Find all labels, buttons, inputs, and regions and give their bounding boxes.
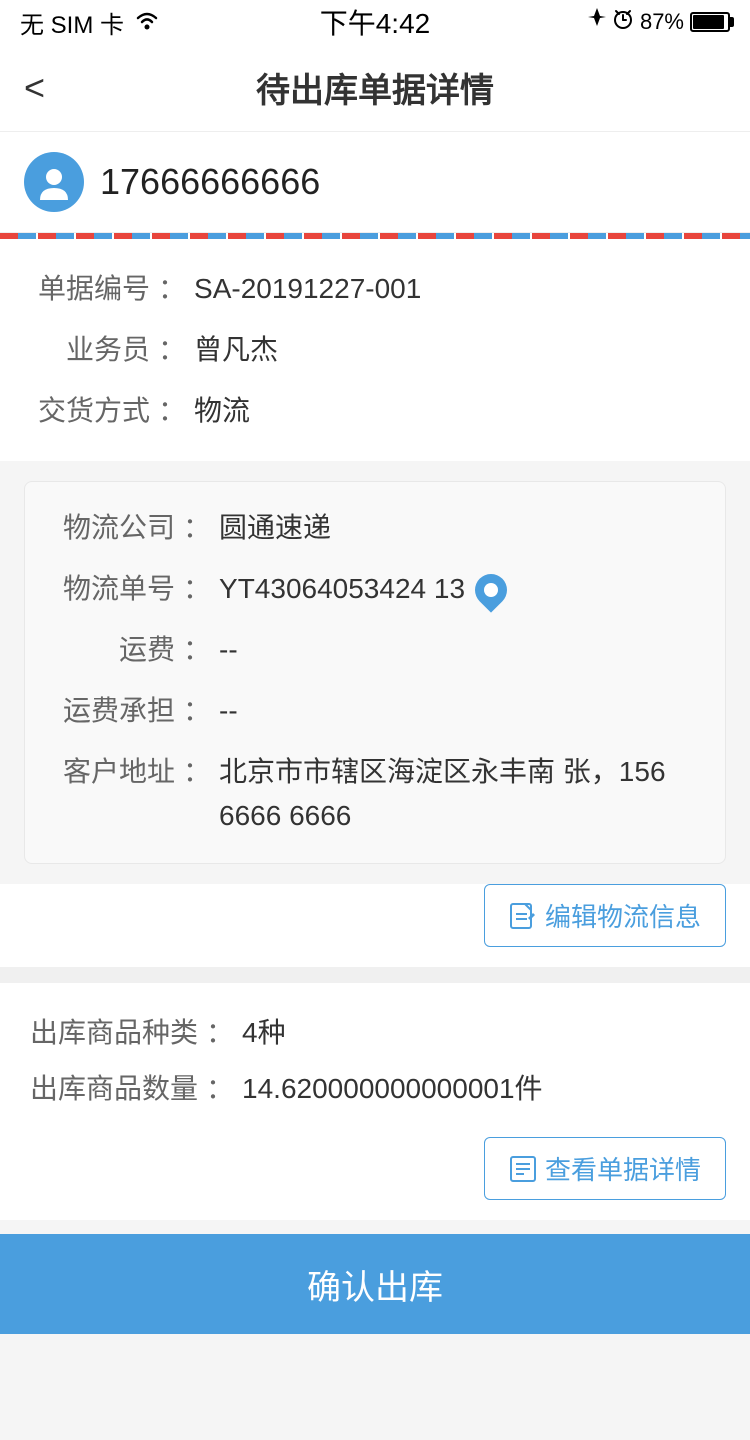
person-icon: [36, 164, 72, 200]
document-no-label: 单据编号: [30, 267, 150, 312]
confirm-button-label: 确认出库: [307, 1260, 443, 1309]
freight-row: 运费 ： --: [45, 628, 705, 673]
product-quantity-label: 出库商品数量: [30, 1067, 198, 1107]
customer-avatar: [24, 152, 84, 212]
logistics-company-row: 物流公司 ： 圆通速递: [45, 506, 705, 551]
list-icon: [509, 1155, 537, 1183]
tracking-label: 物流单号: [45, 567, 175, 612]
product-type-row: 出库商品种类 ： 4种: [30, 1011, 720, 1051]
nav-bar: < 待出库单据详情: [0, 44, 750, 132]
salesman-label: 业务员: [30, 328, 150, 373]
location-service-icon: [588, 8, 606, 36]
edit-logistics-button[interactable]: 编辑物流信息: [484, 884, 726, 947]
freight-bear-label: 运费承担: [45, 689, 175, 734]
salesman-row: 业务员 ： 曾凡杰: [30, 328, 720, 373]
back-button[interactable]: <: [24, 67, 45, 109]
edit-logistics-label: 编辑物流信息: [545, 897, 701, 934]
address-row: 客户地址 ： 北京市市辖区海淀区永丰南 张，156 6666 6666: [45, 750, 705, 840]
freight-value: --: [219, 628, 705, 673]
status-time: 下午4:42: [320, 2, 431, 42]
delivery-label: 交货方式: [30, 389, 150, 434]
logistics-section: 物流公司 ： 圆通速递 物流单号 ： YT43064053424 13 运费 ：…: [24, 481, 726, 864]
logistics-company-label: 物流公司: [45, 506, 175, 551]
product-quantity-value: 14.620000000000001件: [242, 1067, 543, 1107]
delivery-row: 交货方式 ： 物流: [30, 389, 720, 434]
wifi-icon: [132, 8, 162, 37]
view-details-button[interactable]: 查看单据详情: [484, 1137, 726, 1200]
tracking-value: YT43064053424 13: [219, 567, 705, 612]
status-right: 87%: [588, 8, 730, 36]
tracking-location-icon[interactable]: [468, 567, 513, 612]
carrier-label: 无 SIM 卡: [20, 5, 124, 40]
freight-label: 运费: [45, 628, 175, 673]
freight-bear-value: --: [219, 689, 705, 734]
customer-phone: 17666666666: [100, 161, 320, 203]
view-details-label: 查看单据详情: [545, 1150, 701, 1187]
logistics-company-value: 圆通速递: [219, 506, 705, 551]
battery-percent: 87%: [640, 9, 684, 35]
address-value: 北京市市辖区海淀区永丰南 张，156 6666 6666: [219, 750, 705, 840]
battery-icon: [690, 12, 730, 32]
status-bar: 无 SIM 卡 下午4:42 87%: [0, 0, 750, 44]
document-no-row: 单据编号 ： SA-20191227-001: [30, 267, 720, 312]
address-label: 客户地址: [45, 750, 175, 795]
product-quantity-row: 出库商品数量 ： 14.620000000000001件: [30, 1067, 720, 1107]
tracking-row: 物流单号 ： YT43064053424 13: [45, 567, 705, 612]
alarm-icon: [612, 8, 634, 36]
section-divider-1: [0, 967, 750, 983]
salesman-value: 曾凡杰: [194, 328, 720, 373]
freight-bear-row: 运费承担 ： --: [45, 689, 705, 734]
product-type-label: 出库商品种类: [30, 1011, 198, 1051]
product-type-value: 4种: [242, 1011, 286, 1051]
view-details-container: 查看单据详情: [0, 1127, 750, 1220]
products-section: 出库商品种类 ： 4种 出库商品数量 ： 14.620000000000001件: [0, 983, 750, 1127]
status-left: 无 SIM 卡: [20, 5, 162, 40]
basic-info-section: 单据编号 ： SA-20191227-001 业务员 ： 曾凡杰 交货方式 ： …: [0, 239, 750, 461]
delivery-value: 物流: [194, 389, 720, 434]
customer-header: 17666666666: [0, 132, 750, 233]
page-title: 待出库单据详情: [256, 63, 494, 112]
document-no-value: SA-20191227-001: [194, 267, 720, 312]
edit-logistics-container: 编辑物流信息: [0, 884, 750, 967]
confirm-button[interactable]: 确认出库: [0, 1234, 750, 1334]
edit-icon: [509, 902, 537, 930]
